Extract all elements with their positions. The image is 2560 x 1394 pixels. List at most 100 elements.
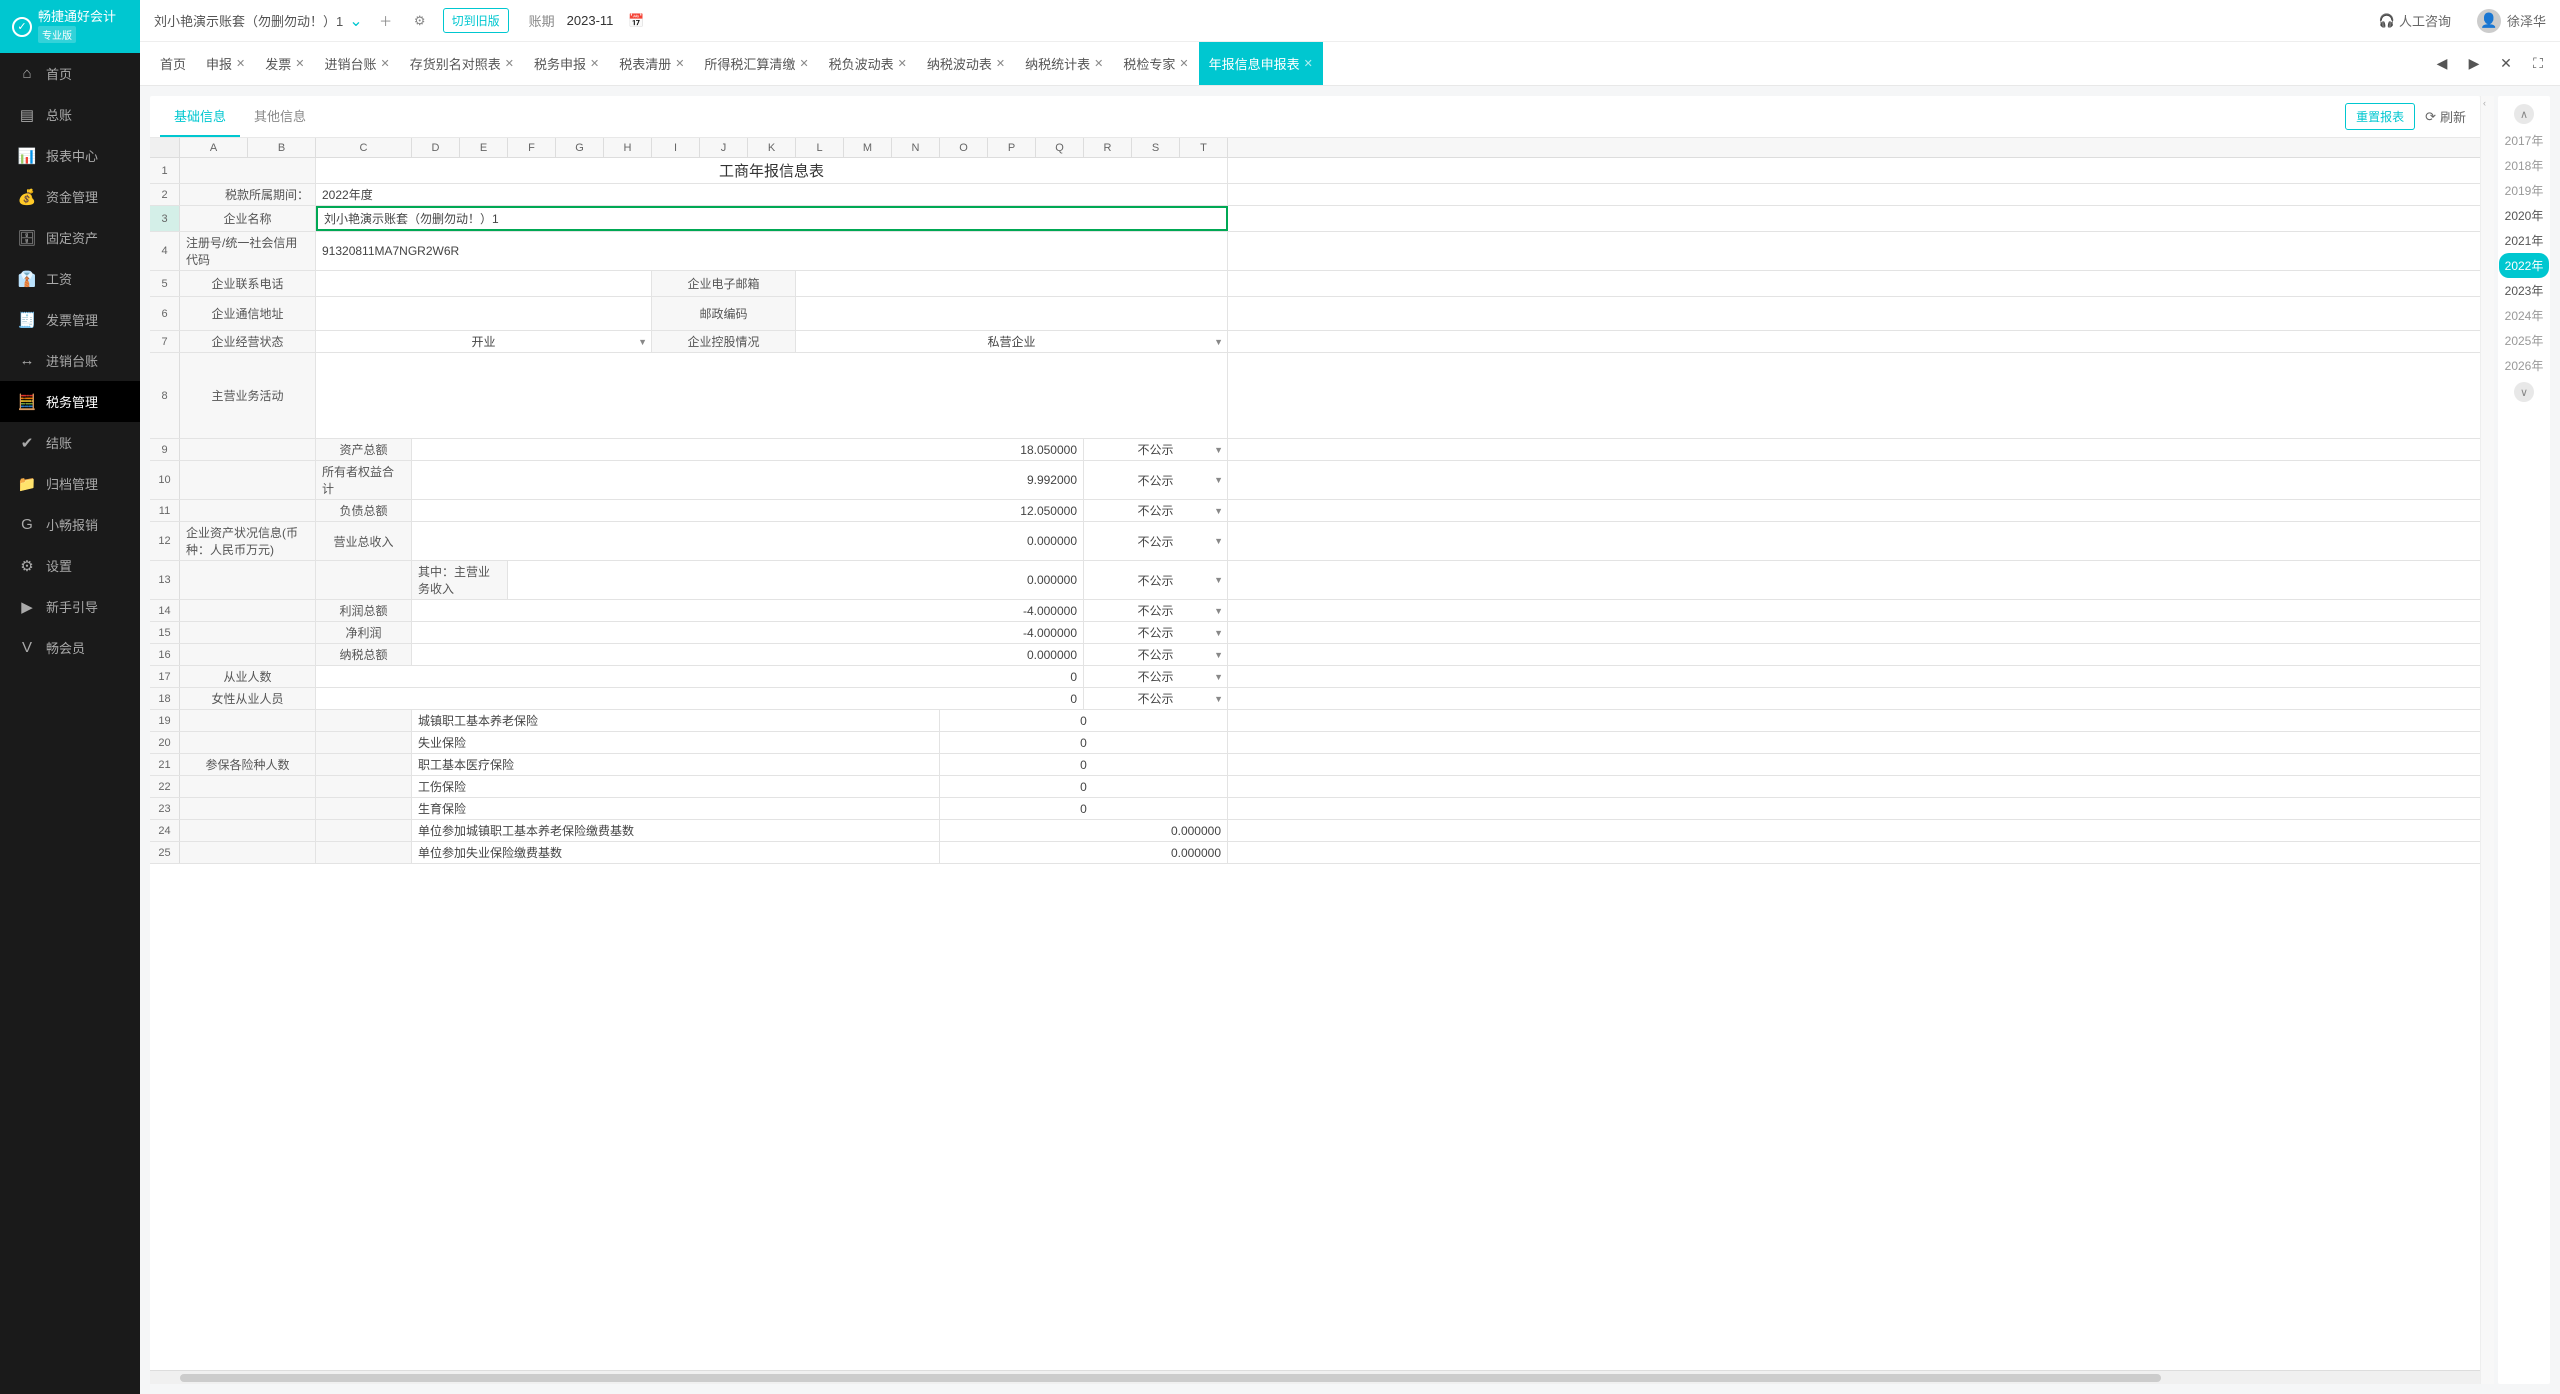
year-item[interactable]: 2018年 <box>2499 153 2550 178</box>
row-header[interactable]: 23 <box>150 798 180 819</box>
calendar-icon[interactable]: 📅 <box>625 10 647 32</box>
sidebar-item-home[interactable]: ⌂首页 <box>0 53 140 94</box>
switch-old-version-button[interactable]: 切到旧版 <box>443 8 509 33</box>
fin-value[interactable]: -4.000000 <box>412 600 1084 621</box>
contact-phone-input[interactable] <box>316 271 652 296</box>
disclose-select[interactable]: 不公示▼ <box>1084 666 1228 687</box>
sidebar-item-xc[interactable]: G小畅报销 <box>0 504 140 545</box>
row-header[interactable]: 4 <box>150 232 180 270</box>
column-header-H[interactable]: H <box>604 138 652 157</box>
vertical-scrollbar[interactable]: ‹ <box>2480 96 2494 1384</box>
column-header-E[interactable]: E <box>460 138 508 157</box>
insurance-value[interactable]: 0 <box>940 710 1228 731</box>
fin-value[interactable]: 18.050000 <box>412 439 1084 460</box>
disclose-select[interactable]: 不公示▼ <box>1084 439 1228 460</box>
address-input[interactable] <box>316 297 652 330</box>
close-icon[interactable]: ✕ <box>236 57 245 70</box>
column-header-T[interactable]: T <box>1180 138 1228 157</box>
insurance-value[interactable]: 0 <box>940 798 1228 819</box>
year-item[interactable]: 2021年 <box>2499 228 2550 253</box>
column-header-D[interactable]: D <box>412 138 460 157</box>
row-header[interactable]: 16 <box>150 644 180 665</box>
column-header-I[interactable]: I <box>652 138 700 157</box>
fin-value[interactable]: 0.000000 <box>412 522 1084 560</box>
base-value[interactable]: 0.000000 <box>940 820 1228 841</box>
tab-11[interactable]: 税检专家✕ <box>1113 42 1198 85</box>
row-header[interactable]: 11 <box>150 500 180 521</box>
row-header[interactable]: 22 <box>150 776 180 797</box>
year-item[interactable]: 2023年 <box>2499 278 2550 303</box>
column-header-S[interactable]: S <box>1132 138 1180 157</box>
year-item[interactable]: 2024年 <box>2499 303 2550 328</box>
horizontal-scroll-thumb[interactable] <box>180 1374 2161 1382</box>
close-icon[interactable]: ✕ <box>799 57 808 70</box>
insurance-value[interactable]: 0 <box>940 732 1228 753</box>
column-header-J[interactable]: J <box>700 138 748 157</box>
fullscreen-button[interactable]: ⛶ <box>2526 52 2550 76</box>
close-icon[interactable]: ✕ <box>996 57 1005 70</box>
base-value[interactable]: 0.000000 <box>940 842 1228 863</box>
row-header[interactable]: 13 <box>150 561 180 599</box>
sidebar-item-asset[interactable]: 🗄固定资产 <box>0 217 140 258</box>
row-header[interactable]: 8 <box>150 353 180 438</box>
close-icon[interactable]: ✕ <box>1304 57 1313 70</box>
column-header-B[interactable]: B <box>248 138 316 157</box>
employee-count-value[interactable]: 0 <box>316 666 1084 687</box>
column-header-K[interactable]: K <box>748 138 796 157</box>
row-header[interactable]: 3 <box>150 206 180 231</box>
support-link[interactable]: 🎧 人工咨询 <box>2379 11 2451 30</box>
year-item[interactable]: 2017年 <box>2499 128 2550 153</box>
sidebar-item-close[interactable]: ✔结账 <box>0 422 140 463</box>
add-account-button[interactable]: ＋ <box>375 10 397 32</box>
row-header[interactable]: 1 <box>150 158 180 183</box>
tab-10[interactable]: 纳税统计表✕ <box>1015 42 1113 85</box>
female-count-value[interactable]: 0 <box>316 688 1084 709</box>
close-icon[interactable]: ✕ <box>1179 57 1188 70</box>
sidebar-item-settings[interactable]: ⚙设置 <box>0 545 140 586</box>
disclose-select[interactable]: 不公示▼ <box>1084 461 1228 499</box>
year-item[interactable]: 2020年 <box>2499 203 2550 228</box>
row-header[interactable]: 6 <box>150 297 180 330</box>
tab-1[interactable]: 申报✕ <box>196 42 255 85</box>
close-icon[interactable]: ✕ <box>590 57 599 70</box>
tab-5[interactable]: 税务申报✕ <box>524 42 609 85</box>
account-selector[interactable]: 刘小艳演示账套（勿删勿动！）1 ⌄ <box>154 11 363 31</box>
column-header-P[interactable]: P <box>988 138 1036 157</box>
biz-status-select[interactable]: 开业▼ <box>316 331 652 352</box>
tab-0[interactable]: 首页 <box>150 42 196 85</box>
column-header-N[interactable]: N <box>892 138 940 157</box>
sidebar-item-guide[interactable]: ▶新手引导 <box>0 586 140 627</box>
sidebar-item-vip[interactable]: V畅会员 <box>0 627 140 668</box>
tab-scroll-right-button[interactable]: ▶ <box>2462 52 2486 76</box>
user-menu[interactable]: 👤 徐泽华 <box>2477 9 2546 33</box>
year-down-button[interactable]: ∨ <box>2514 382 2534 402</box>
postal-input[interactable] <box>796 297 1228 330</box>
close-icon[interactable]: ✕ <box>898 57 907 70</box>
disclose-select[interactable]: 不公示▼ <box>1084 644 1228 665</box>
tab-2[interactable]: 发票✕ <box>255 42 314 85</box>
sidebar-item-tax[interactable]: 🧮税务管理 <box>0 381 140 422</box>
year-item[interactable]: 2019年 <box>2499 178 2550 203</box>
disclose-select[interactable]: 不公示▼ <box>1084 600 1228 621</box>
sidebar-item-salary[interactable]: 👔工资 <box>0 258 140 299</box>
close-icon[interactable]: ✕ <box>295 57 304 70</box>
company-name-input[interactable]: 刘小艳演示账套（勿删勿动！）1 <box>316 206 1228 231</box>
tab-12[interactable]: 年报信息申报表✕ <box>1199 42 1323 85</box>
close-icon[interactable]: ✕ <box>675 57 684 70</box>
fin-value[interactable]: 9.992000 <box>412 461 1084 499</box>
row-header[interactable]: 20 <box>150 732 180 753</box>
row-header[interactable]: 5 <box>150 271 180 296</box>
close-all-tabs-button[interactable]: ✕ <box>2494 52 2518 76</box>
email-input[interactable] <box>796 271 1228 296</box>
row-header[interactable]: 12 <box>150 522 180 560</box>
sidebar-item-invoice[interactable]: 🧾发票管理 <box>0 299 140 340</box>
year-item[interactable]: 2022年 <box>2499 253 2550 278</box>
period-value-cell[interactable]: 2022年度 <box>316 184 1228 205</box>
tab-6[interactable]: 税表清册✕ <box>609 42 694 85</box>
close-icon[interactable]: ✕ <box>381 57 390 70</box>
reset-report-button[interactable]: 重置报表 <box>2345 103 2415 130</box>
close-icon[interactable]: ✕ <box>1094 57 1103 70</box>
row-header[interactable]: 10 <box>150 461 180 499</box>
fin-value[interactable]: -4.000000 <box>412 622 1084 643</box>
grid-body[interactable]: 1工商年报信息表2税款所属期间：2022年度3企业名称刘小艳演示账套（勿删勿动！… <box>150 158 2480 1370</box>
